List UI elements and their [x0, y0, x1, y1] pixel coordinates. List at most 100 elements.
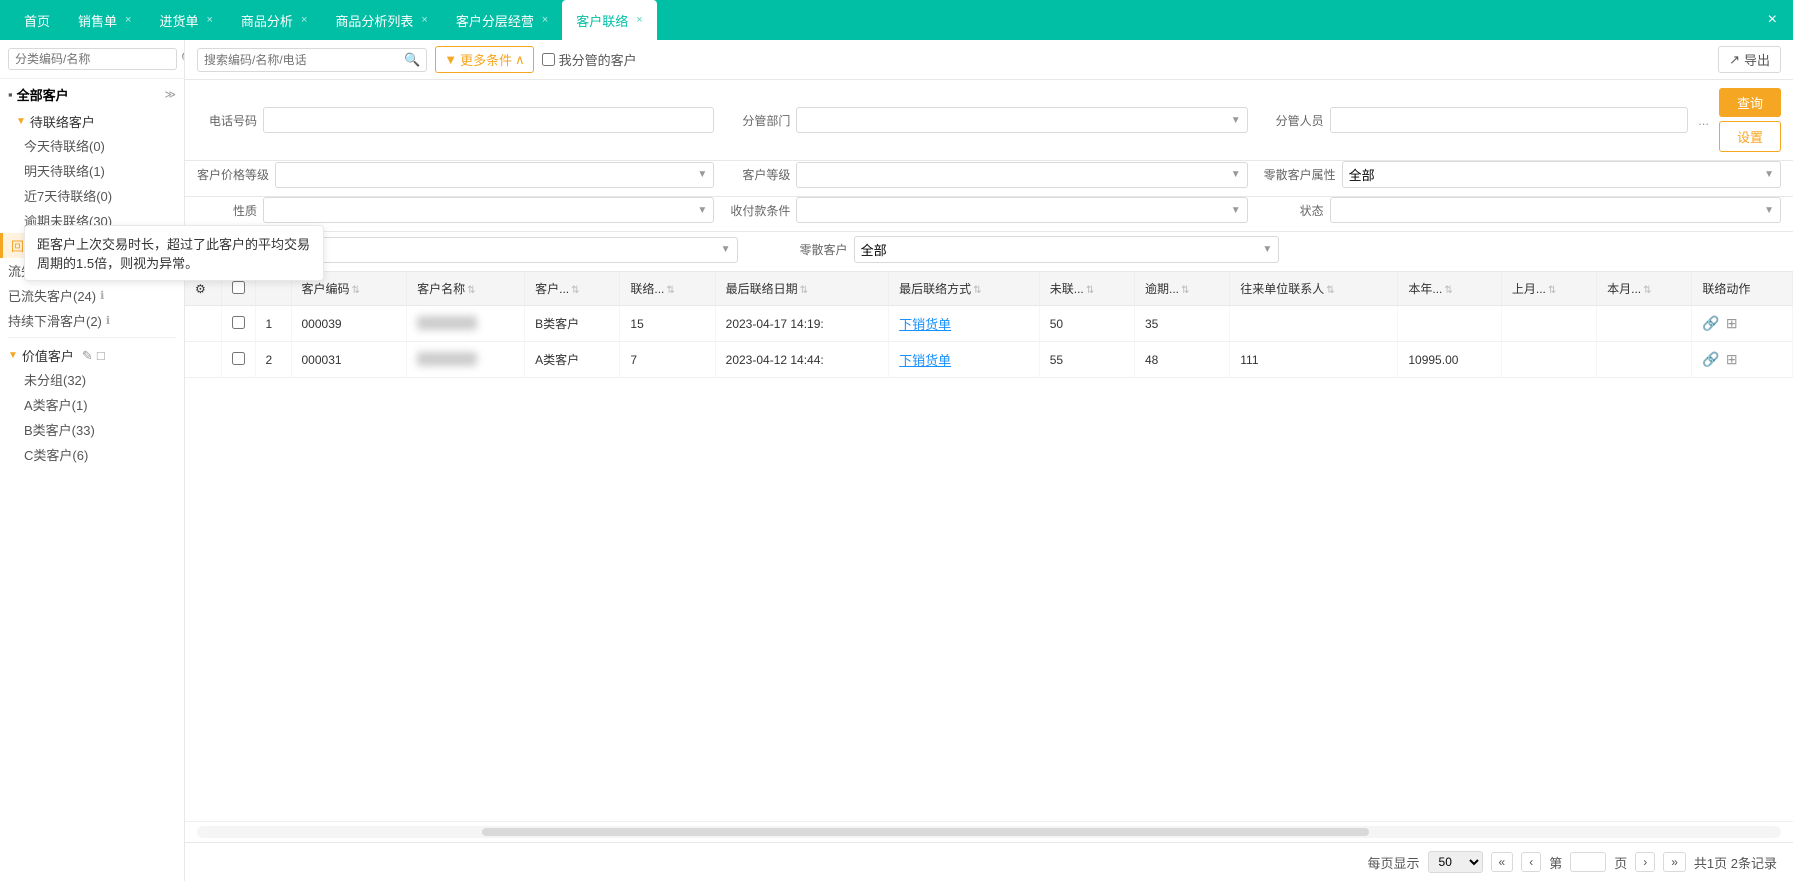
last-type-link-1[interactable]: 下销货单	[899, 317, 951, 332]
edit2-icon[interactable]: □	[97, 348, 105, 363]
nav-close-sales[interactable]: ×	[125, 14, 131, 26]
staff-input-wrap[interactable]	[1330, 107, 1688, 133]
nav-label-analysis-list: 商品分析列表	[335, 11, 413, 30]
nav-close-analysis-list[interactable]: ×	[421, 14, 427, 26]
my-customers-label: 我分管的客户	[559, 50, 637, 69]
row2-checkbox[interactable]	[232, 352, 245, 365]
close-all-button[interactable]: ×	[1768, 11, 1777, 29]
customer-grade-select[interactable]: ▼	[796, 162, 1247, 188]
cell-checkbox-1[interactable]	[221, 306, 255, 342]
my-customers-checkbox[interactable]	[542, 53, 555, 66]
last-type-link-2[interactable]: 下销货单	[899, 353, 951, 368]
info-icon-declining: ℹ	[106, 314, 110, 327]
horizontal-scrollbar[interactable]	[197, 826, 1781, 838]
cell-last-date-1: 2023-04-17 14:19:	[715, 306, 888, 342]
sidebar-item-ungroup[interactable]: 未分组(32)	[0, 367, 184, 392]
export-button[interactable]: ↗ 导出	[1718, 46, 1781, 73]
sidebar-item-today[interactable]: 今天待联络(0)	[0, 133, 184, 158]
cell-this-year-1	[1398, 306, 1502, 342]
gender-label: 性质	[197, 202, 257, 219]
nav-item-home[interactable]: 首页	[10, 0, 64, 40]
nav-item-purchase[interactable]: 进货单 ×	[145, 0, 226, 40]
export-label: 导出	[1744, 50, 1770, 69]
sidebar-item-ungroup-label: 未分组(32)	[24, 370, 86, 389]
nav-close-analysis[interactable]: ×	[301, 14, 307, 26]
settings-button[interactable]: 设置	[1719, 121, 1781, 152]
filter-more-label: 更多条件	[460, 50, 512, 69]
sidebar-item-already-lost[interactable]: 已流失客户(24) ℹ	[0, 283, 184, 308]
nav-label-purchase: 进货单	[159, 11, 198, 30]
nav-close-customer-tier[interactable]: ×	[542, 14, 548, 26]
sidebar-item-class-c[interactable]: C类客户(6)	[0, 442, 184, 467]
filter-search-input[interactable]	[204, 53, 404, 67]
phone-input-wrap[interactable]	[263, 107, 714, 133]
retail-customer-select[interactable]: 全部 ▼	[854, 236, 1280, 263]
cell-unpaid-2: 55	[1039, 342, 1134, 378]
sidebar-search-input[interactable]	[8, 48, 177, 70]
edit-icon[interactable]: ✎	[82, 348, 93, 364]
sidebar-search-area: 🔍	[0, 40, 184, 79]
advanced-filter-row2: 客户价格等级 ▼ 客户等级 ▼ 零散客户属性 全部 ▼	[185, 161, 1793, 197]
retail-attr-select[interactable]: 全部 ▼	[1342, 161, 1781, 188]
nav-item-sales[interactable]: 销售单 ×	[64, 0, 145, 40]
sidebar-value-group-label: 价值客户	[22, 346, 74, 365]
nav-item-customer-tier[interactable]: 客户分层经营 ×	[442, 0, 562, 40]
gender-select[interactable]: ▼	[263, 197, 714, 223]
payment-select[interactable]: ▼	[796, 197, 1247, 223]
page-label: 第	[1549, 853, 1562, 872]
col-contact-person: 往来单位联系人⇅	[1230, 272, 1398, 306]
nav-item-analysis[interactable]: 商品分析 ×	[227, 0, 321, 40]
nav-item-customer-contact[interactable]: 客户联络 ×	[562, 0, 656, 40]
sidebar-collapse-icon[interactable]: ≫	[164, 88, 176, 101]
query-button[interactable]: 查询	[1719, 88, 1781, 117]
my-customers-filter[interactable]: 我分管的客户	[542, 50, 637, 69]
pagination-bar: 每页显示 50 20 100 « ‹ 第 1 页 › » 共1页 2条记录	[185, 842, 1793, 881]
action-link-icon-1[interactable]: 🔗	[1702, 315, 1719, 332]
prev-page-button[interactable]: ‹	[1521, 852, 1541, 872]
scrollbar-thumb[interactable]	[482, 828, 1369, 836]
filter-search-icon[interactable]: 🔍	[404, 52, 420, 68]
customer-type-select[interactable]: ▼	[312, 237, 738, 263]
sidebar-item-7days[interactable]: 近7天待联络(0)	[0, 183, 184, 208]
dept-select[interactable]: ▼	[796, 107, 1247, 133]
cell-last-type-1[interactable]: 下销货单	[889, 306, 1040, 342]
cell-last-month-2	[1501, 342, 1596, 378]
sidebar-item-class-a[interactable]: A类客户(1)	[0, 392, 184, 417]
nav-close-customer-contact[interactable]: ×	[636, 14, 642, 26]
nav-item-analysis-list[interactable]: 商品分析列表 ×	[321, 0, 441, 40]
sidebar-item-tomorrow[interactable]: 明天待联络(1)	[0, 158, 184, 183]
customer-table: ⚙ 客户编码⇅ 客户名称⇅ 客户...⇅ 联络...⇅ 最后联络日期⇅ 最后联络…	[185, 272, 1793, 378]
first-page-button[interactable]: «	[1491, 852, 1514, 872]
last-page-button[interactable]: »	[1663, 852, 1686, 872]
nav-close-purchase[interactable]: ×	[206, 14, 212, 26]
cell-settings-2	[185, 342, 221, 378]
horizontal-scroll-area[interactable]	[185, 821, 1793, 842]
sidebar-item-class-b[interactable]: B类客户(33)	[0, 417, 184, 442]
filter-more-conditions[interactable]: ▼ 更多条件 ∧	[435, 46, 533, 73]
status-label: 状态	[1264, 202, 1324, 219]
cell-last-type-2[interactable]: 下销货单	[889, 342, 1040, 378]
sidebar-all-customers-section: ▪ 全部客户 ≫	[0, 79, 184, 108]
action-grid-icon-2[interactable]: ⊞	[1726, 351, 1738, 368]
sidebar-item-class-a-label: A类客户(1)	[24, 395, 88, 414]
select-all-checkbox[interactable]	[232, 281, 245, 294]
col-customer-category: 客户...⇅	[525, 272, 620, 306]
cell-unpaid-1: 50	[1039, 306, 1134, 342]
staff-ellipsis[interactable]: ...	[1694, 113, 1713, 128]
filter-price-grade: 客户价格等级 ▼	[197, 161, 714, 188]
price-grade-select[interactable]: ▼	[275, 162, 714, 188]
status-select[interactable]: ▼	[1330, 197, 1781, 223]
cell-num-2: 2	[255, 342, 291, 378]
per-page-select[interactable]: 50 20 100	[1428, 851, 1483, 873]
sidebar-value-group[interactable]: ▼ 价值客户 ✎ □	[0, 342, 184, 367]
sidebar-item-declining[interactable]: 持续下滑客户(2) ℹ	[0, 308, 184, 333]
sidebar-group-pending[interactable]: ▼ 待联络客户	[0, 108, 184, 133]
next-page-button[interactable]: ›	[1635, 852, 1655, 872]
col-action: 联络动作	[1692, 272, 1793, 306]
row1-checkbox[interactable]	[232, 316, 245, 329]
retail-attr-label: 零散客户属性	[1264, 166, 1336, 183]
action-link-icon-2[interactable]: 🔗	[1702, 351, 1719, 368]
action-grid-icon-1[interactable]: ⊞	[1726, 315, 1738, 332]
page-number-input[interactable]: 1	[1570, 852, 1606, 872]
cell-checkbox-2[interactable]	[221, 342, 255, 378]
